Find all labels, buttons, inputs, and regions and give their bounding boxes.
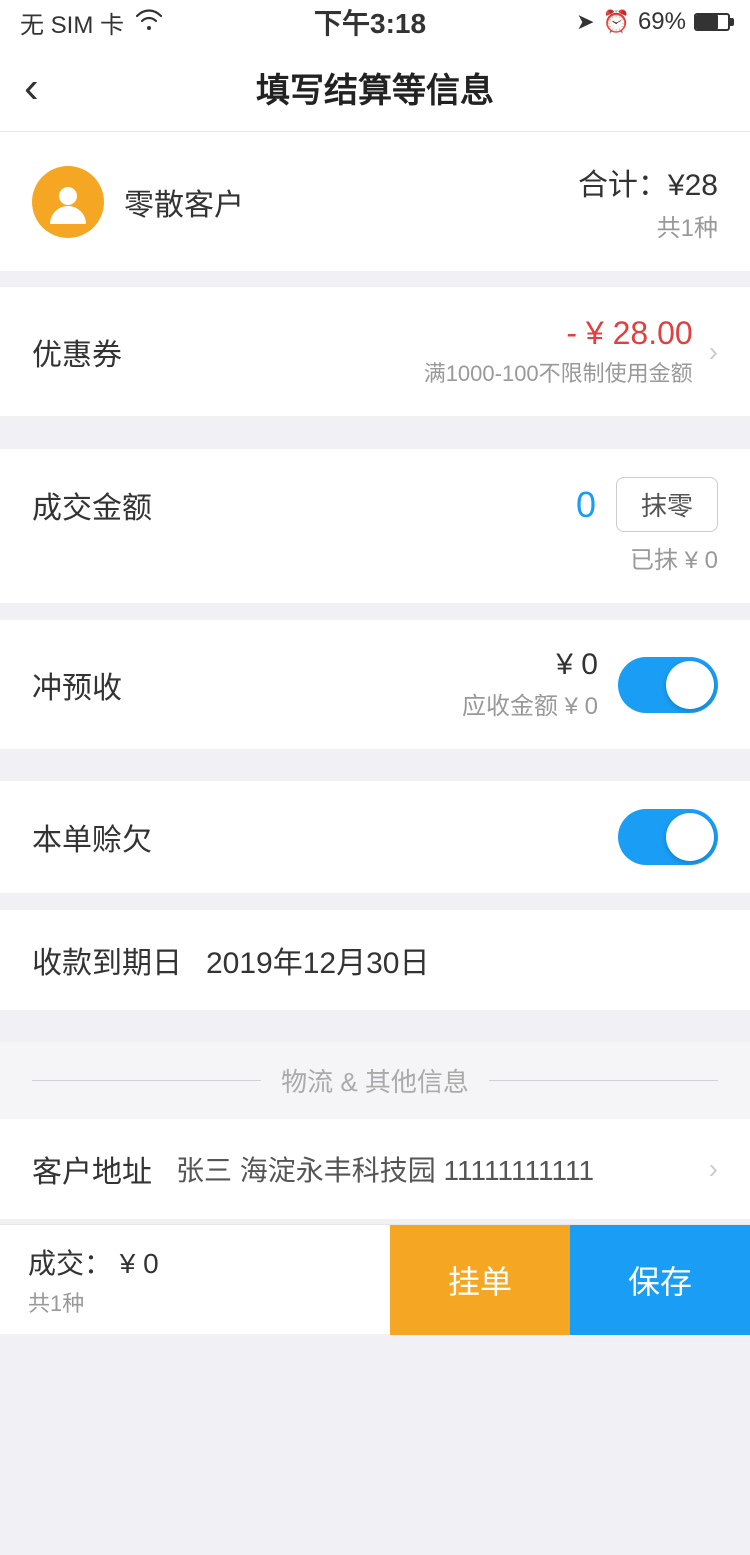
carrier-label: 无 SIM 卡 xyxy=(20,5,124,40)
bottom-deal-amount: ¥ 0 xyxy=(120,1248,159,1279)
prepay-amount: ¥ 0 xyxy=(462,648,598,682)
due-date-row: 收款到期日 2019年12月30日 xyxy=(0,910,750,1010)
wifi-icon xyxy=(134,8,164,37)
customer-left: 零散客户 xyxy=(32,166,244,238)
coupon-desc: 满1000-100不限制使用金额 xyxy=(424,356,693,388)
prepay-label: 冲预收 xyxy=(32,663,122,707)
customer-avatar xyxy=(32,166,104,238)
transaction-label: 成交金额 xyxy=(32,483,152,527)
coupon-value-block: - ¥ 28.00 满1000-100不限制使用金额 xyxy=(424,315,693,388)
bottom-info: 成交： ¥ 0 共1种 xyxy=(0,1242,390,1318)
toggle-knob xyxy=(666,661,714,709)
prepay-row: 冲预收 ¥ 0 应收金额 ¥ 0 xyxy=(0,620,750,749)
hang-button[interactable]: 挂单 xyxy=(390,1225,570,1335)
nav-bar: ‹ 填写结算等信息 xyxy=(0,44,750,132)
total-amount: 合计：¥28 xyxy=(578,160,718,204)
divider-line-right xyxy=(489,1080,718,1081)
coupon-amount: - ¥ 28.00 xyxy=(424,315,693,352)
prepay-toggle[interactable] xyxy=(618,657,718,713)
battery-icon xyxy=(694,13,730,31)
due-date-label: 收款到期日 xyxy=(32,938,182,982)
coupon-label: 优惠券 xyxy=(32,330,122,374)
status-right: ➤ ⏰ 69% xyxy=(576,8,730,36)
status-left: 无 SIM 卡 xyxy=(20,5,164,40)
coupon-right: - ¥ 28.00 满1000-100不限制使用金额 › xyxy=(424,315,718,388)
total-count: 共1种 xyxy=(578,208,718,243)
coupon-row[interactable]: 优惠券 - ¥ 28.00 满1000-100不限制使用金额 › xyxy=(0,287,750,417)
transaction-sub: 已抹 ¥ 0 xyxy=(32,540,718,575)
section-divider-1 xyxy=(0,433,750,449)
prepay-values: ¥ 0 应收金额 ¥ 0 xyxy=(462,648,598,721)
customer-name: 零散客户 xyxy=(124,180,244,224)
chevron-right-icon: › xyxy=(709,336,718,368)
prepay-desc: 应收金额 ¥ 0 xyxy=(462,686,598,721)
logistics-divider: 物流 & 其他信息 xyxy=(0,1042,750,1119)
address-row[interactable]: 客户地址 张三 海淀永丰科技园 11111111111 › xyxy=(0,1119,750,1219)
transaction-row: 成交金额 0 抹零 已抹 ¥ 0 xyxy=(0,449,750,604)
due-date-value: 2019年12月30日 xyxy=(206,938,429,982)
location-icon: ➤ xyxy=(576,9,594,35)
time-label: 下午3:18 xyxy=(314,2,426,42)
transaction-right: 0 抹零 xyxy=(576,477,718,532)
section-divider-3 xyxy=(0,1026,750,1042)
content: 零散客户 合计：¥28 共1种 优惠券 - ¥ 28.00 满1000-100不… xyxy=(0,132,750,1555)
transaction-amount: 0 xyxy=(576,484,596,526)
prepay-right: ¥ 0 应收金额 ¥ 0 xyxy=(462,648,718,721)
customer-total: 合计：¥28 共1种 xyxy=(578,160,718,243)
debt-toggle-knob xyxy=(666,813,714,861)
debt-label: 本单赊欠 xyxy=(32,815,152,859)
back-button[interactable]: ‹ xyxy=(24,63,39,113)
bottom-count: 共1种 xyxy=(28,1286,362,1318)
divider-line-left xyxy=(32,1080,261,1081)
address-value: 张三 海淀永丰科技园 11111111111 xyxy=(176,1149,709,1189)
bottom-bar: 成交： ¥ 0 共1种 挂单 保存 xyxy=(0,1224,750,1334)
bottom-deal: 成交： ¥ 0 xyxy=(28,1242,362,1282)
round-button[interactable]: 抹零 xyxy=(616,477,718,532)
nav-title: 填写结算等信息 xyxy=(256,63,494,112)
logistics-label: 物流 & 其他信息 xyxy=(281,1062,469,1099)
customer-row: 零散客户 合计：¥28 共1种 xyxy=(0,132,750,271)
debt-row: 本单赊欠 xyxy=(0,781,750,894)
debt-toggle[interactable] xyxy=(618,809,718,865)
battery-label: 69% xyxy=(638,8,686,36)
section-divider-2 xyxy=(0,765,750,781)
address-label: 客户地址 xyxy=(32,1147,152,1191)
transaction-top: 成交金额 0 抹零 xyxy=(32,477,718,532)
bottom-deal-label: 成交： xyxy=(28,1248,112,1279)
address-chevron-icon: › xyxy=(709,1153,718,1185)
alarm-icon: ⏰ xyxy=(603,9,630,35)
save-button[interactable]: 保存 xyxy=(570,1225,750,1335)
status-bar: 无 SIM 卡 下午3:18 ➤ ⏰ 69% xyxy=(0,0,750,44)
